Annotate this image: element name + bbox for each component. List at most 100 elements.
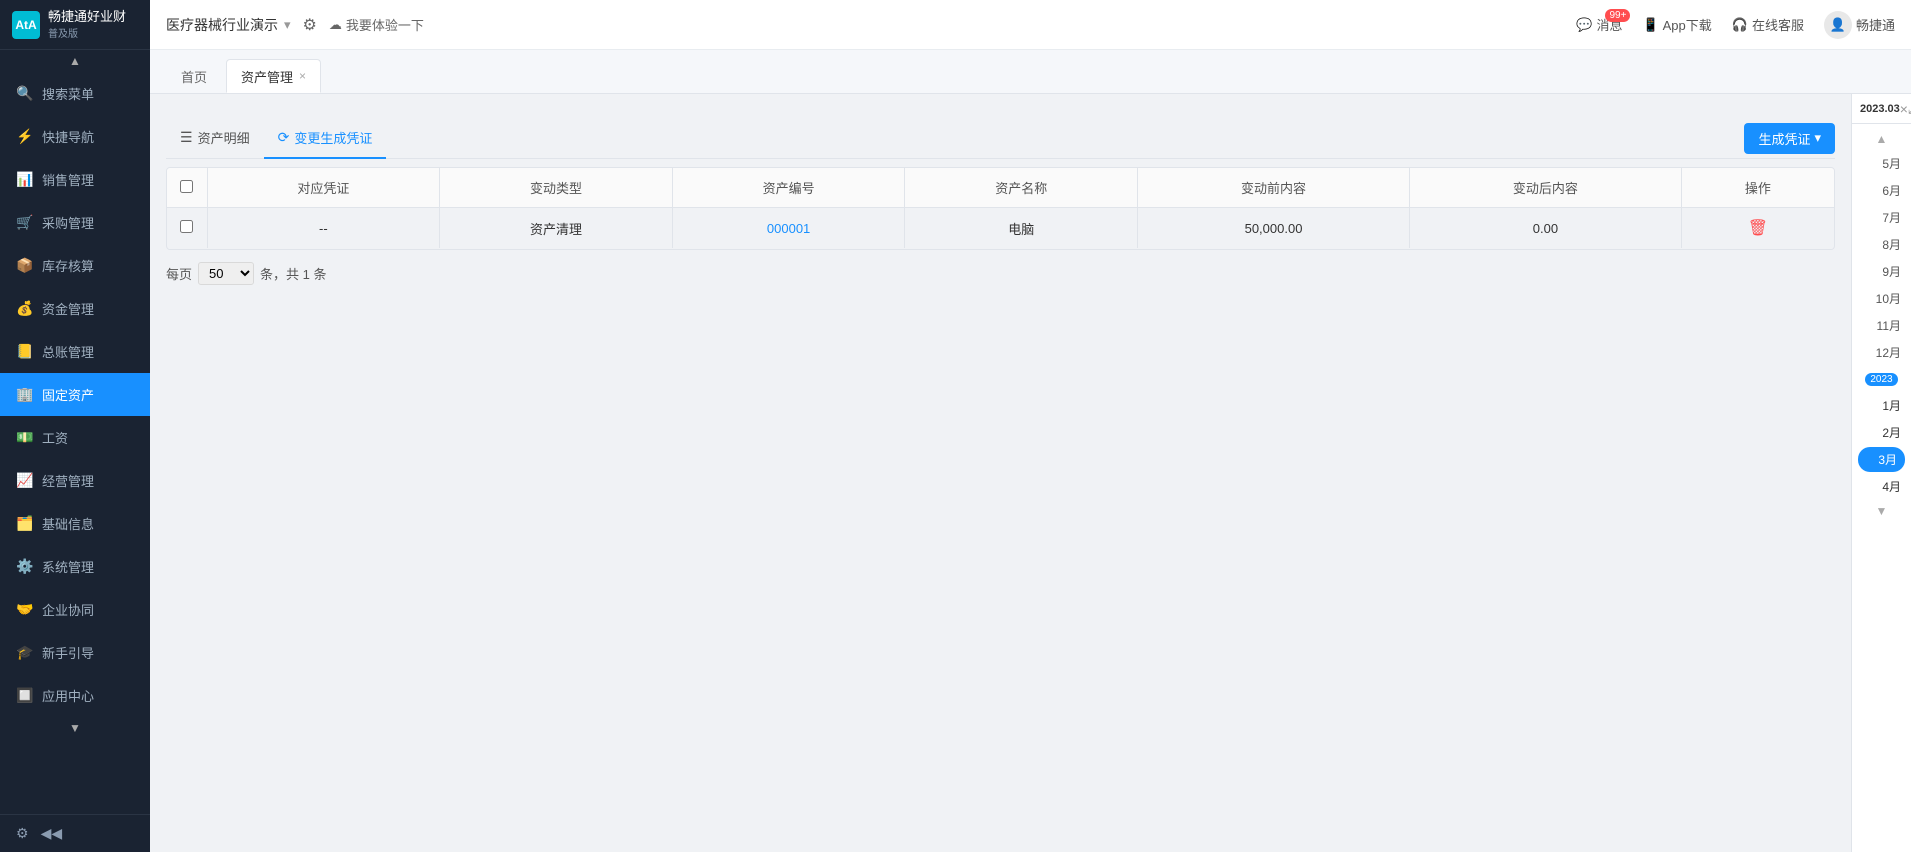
dropdown-arrow-icon: ▾: [1814, 130, 1821, 146]
sidebar-item-purchase[interactable]: 🛒 采购管理: [0, 201, 150, 244]
side-panel-close-btn[interactable]: ×: [1900, 101, 1908, 117]
company-name: 医疗器械行业演示: [166, 15, 278, 35]
sidebar-item-label: 销售管理: [42, 170, 94, 189]
sidebar-item-label: 固定资产: [42, 385, 94, 404]
experience-text: 我要体验一下: [346, 15, 424, 34]
sidebar-item-finance[interactable]: 💰 资金管理: [0, 287, 150, 330]
sidebar: AtA 畅捷通好业财 普及版 ▲ 🔍 搜索菜单 ⚡ 快捷导航 📊 销售管理 🛒 …: [0, 0, 150, 852]
settings-icon[interactable]: ⚙: [16, 825, 29, 842]
purchase-icon: 🛒: [16, 214, 34, 232]
cal-month-5[interactable]: 5月: [1852, 150, 1911, 177]
cell-asset-num: 000001: [672, 208, 905, 249]
row-checkbox[interactable]: [180, 220, 193, 233]
tutorial-icon: 🎓: [16, 644, 34, 662]
cal-month-11[interactable]: 11月: [1852, 312, 1911, 339]
collapse-icon[interactable]: ◀◀: [41, 825, 63, 842]
sidebar-item-basic-info[interactable]: 🗂️ 基础信息: [0, 502, 150, 545]
quick-nav-icon: ⚡: [16, 128, 34, 146]
select-all-checkbox[interactable]: [180, 180, 193, 193]
cal-month-9[interactable]: 9月: [1852, 258, 1911, 285]
cell-asset-name: 电脑: [905, 208, 1138, 249]
sidebar-item-search[interactable]: 🔍 搜索菜单: [0, 72, 150, 115]
sidebar-item-operations[interactable]: 📈 经营管理: [0, 459, 150, 502]
phone-icon: 📱: [1642, 17, 1658, 33]
cell-before: 50,000.00: [1138, 208, 1410, 249]
cal-month-10[interactable]: 10月: [1852, 285, 1911, 312]
tab-home[interactable]: 首页: [166, 59, 222, 93]
sidebar-scroll-down[interactable]: ▼: [0, 717, 150, 739]
headset-icon: 🎧: [1732, 17, 1748, 33]
list-icon: ☰: [180, 129, 193, 146]
cal-month-2023-1[interactable]: 1月: [1852, 392, 1911, 419]
asset-num-link[interactable]: 000001: [767, 221, 810, 236]
sidebar-item-label: 资金管理: [42, 299, 94, 318]
asset-detail-tab-label: 资产明细: [198, 128, 250, 147]
app-download-btn[interactable]: 📱 App下载: [1642, 15, 1711, 34]
tabbar: 首页 资产管理 ×: [150, 50, 1911, 94]
sidebar-item-label: 经营管理: [42, 471, 94, 490]
sidebar-item-fixed-assets[interactable]: 🏢 固定资产: [0, 373, 150, 416]
sidebar-item-sales[interactable]: 📊 销售管理: [0, 158, 150, 201]
sidebar-item-label: 工资: [42, 428, 68, 447]
cal-month-2023-3-active[interactable]: 3月: [1858, 447, 1905, 472]
settings-gear-icon[interactable]: ⚙: [303, 15, 317, 35]
sidebar-item-ledger[interactable]: 📒 总账管理: [0, 330, 150, 373]
side-calendar-panel: 2023.03 × ⤢ ▲ 5月 6月 7月 8月 9月 10月 11月 12月…: [1851, 94, 1911, 852]
sales-icon: 📊: [16, 171, 34, 189]
content-main: ☰ 资产明细 ⟳ 变更生成凭证 生成凭证 ▾: [150, 94, 1851, 852]
cal-month-8[interactable]: 8月: [1852, 231, 1911, 258]
company-dropdown-icon[interactable]: ▾: [284, 17, 291, 33]
pagination: 每页 50 10 20 100 条，共 1 条: [166, 250, 1835, 289]
header: 医疗器械行业演示 ▾ ⚙ ☁ 我要体验一下 💬 消息 99+ 📱 App下载 🎧…: [150, 0, 1911, 50]
sidebar-item-app-center[interactable]: 🔲 应用中心: [0, 674, 150, 717]
enterprise-icon: 🤝: [16, 601, 34, 619]
generate-voucher-btn[interactable]: 生成凭证 ▾: [1744, 123, 1835, 154]
operations-icon: 📈: [16, 472, 34, 490]
sidebar-item-inventory[interactable]: 📦 库存核算: [0, 244, 150, 287]
tab-close-icon[interactable]: ×: [299, 69, 306, 83]
per-page-select[interactable]: 50 10 20 100: [198, 262, 254, 285]
cal-nav-down[interactable]: ▼: [1852, 500, 1911, 522]
year-2023-section: 2023: [1852, 366, 1911, 392]
sidebar-item-enterprise[interactable]: 🤝 企业协同: [0, 588, 150, 631]
cal-month-2023-4[interactable]: 4月: [1852, 473, 1911, 500]
salary-icon: 💵: [16, 429, 34, 447]
fixed-assets-icon: 🏢: [16, 386, 34, 404]
user-label: 畅捷通: [1856, 15, 1895, 34]
sidebar-item-quick-nav[interactable]: ⚡ 快捷导航: [0, 115, 150, 158]
sidebar-item-system[interactable]: ⚙️ 系统管理: [0, 545, 150, 588]
app-download-label: App下载: [1663, 15, 1712, 34]
cal-month-2023-2[interactable]: 2月: [1852, 419, 1911, 446]
tab-change-voucher[interactable]: ⟳ 变更生成凭证: [264, 118, 387, 159]
inner-header-row: ☰ 资产明细 ⟳ 变更生成凭证 生成凭证 ▾: [166, 110, 1835, 167]
cal-month-7[interactable]: 7月: [1852, 204, 1911, 231]
col-change-type: 变动类型: [440, 168, 673, 208]
sidebar-item-label: 企业协同: [42, 600, 94, 619]
col-action: 操作: [1681, 168, 1834, 208]
finance-icon: 💰: [16, 300, 34, 318]
cal-nav-up[interactable]: ▲: [1852, 128, 1911, 150]
cal-month-12[interactable]: 12月: [1852, 339, 1911, 366]
col-asset-num: 资产编号: [672, 168, 905, 208]
sidebar-item-tutorial[interactable]: 🎓 新手引导: [0, 631, 150, 674]
sidebar-scroll-up[interactable]: ▲: [0, 50, 150, 72]
row-select-cell: [167, 208, 207, 249]
sidebar-item-label: 快捷导航: [42, 127, 94, 146]
delete-row-btn[interactable]: 🗑: [1748, 218, 1768, 238]
header-left: 医疗器械行业演示 ▾ ⚙ ☁ 我要体验一下: [166, 15, 1576, 35]
sidebar-nav: ▲ 🔍 搜索菜单 ⚡ 快捷导航 📊 销售管理 🛒 采购管理 📦 库存核算 💰 资…: [0, 50, 150, 814]
col-asset-name: 资产名称: [905, 168, 1138, 208]
online-service-btn[interactable]: 🎧 在线客服: [1732, 15, 1804, 34]
experience-link[interactable]: ☁ 我要体验一下: [329, 15, 424, 34]
side-panel-header: 2023.03 × ⤢: [1852, 94, 1911, 124]
messages-btn[interactable]: 💬 消息 99+: [1576, 15, 1622, 34]
user-menu-btn[interactable]: 👤 畅捷通: [1824, 11, 1895, 39]
data-table: 对应凭证 变动类型 资产编号 资产名称 变动前内容 变动后内容 操作: [166, 167, 1835, 250]
cal-month-6[interactable]: 6月: [1852, 177, 1911, 204]
app-name: 畅捷通好业财: [48, 9, 126, 25]
sidebar-item-salary[interactable]: 💵 工资: [0, 416, 150, 459]
message-icon: 💬: [1576, 17, 1592, 33]
tab-asset-management[interactable]: 资产管理 ×: [226, 59, 321, 93]
tab-asset-detail[interactable]: ☰ 资产明细: [166, 118, 264, 159]
select-all-cell: [167, 168, 207, 208]
